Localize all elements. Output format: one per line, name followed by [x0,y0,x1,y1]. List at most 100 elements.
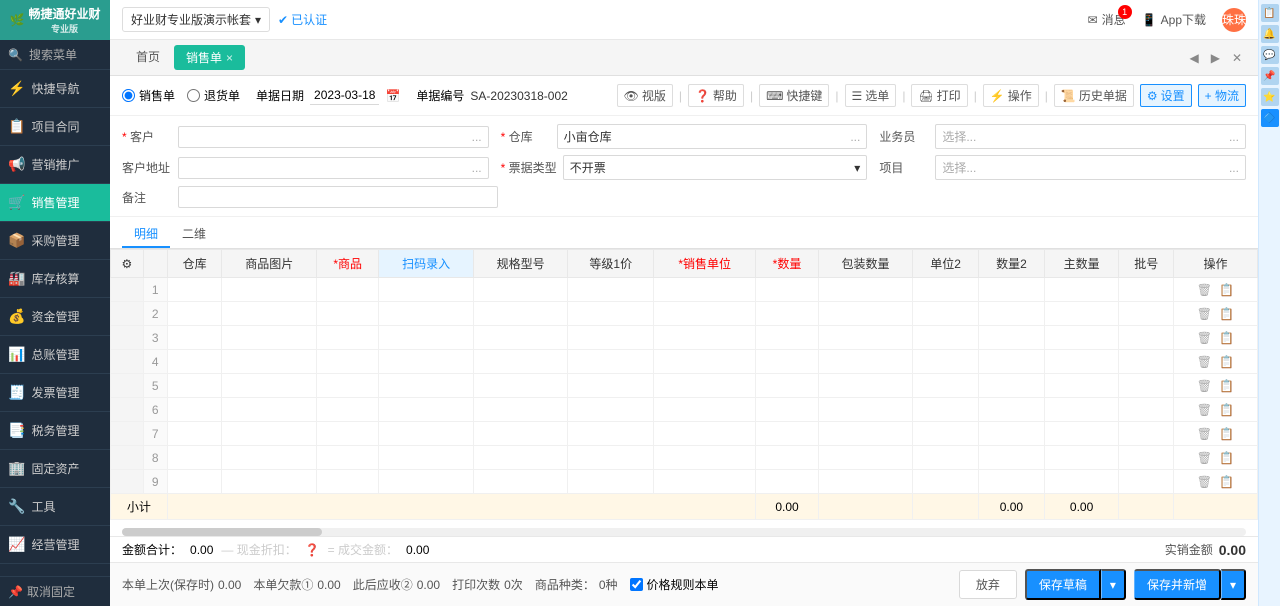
tab-next-button[interactable]: ▶ [1207,49,1224,67]
row-pack-qty[interactable] [818,422,913,446]
row-batch-import[interactable] [379,398,474,422]
staff-input[interactable]: 选择... ... [935,124,1246,149]
row-main-qty[interactable] [1044,398,1119,422]
row-unit2[interactable] [913,374,979,398]
tab-home[interactable]: 首页 [122,42,174,73]
row-product[interactable] [316,326,378,350]
row-batch-import[interactable] [379,302,474,326]
row-product-img[interactable] [222,398,317,422]
row-batch[interactable] [1119,302,1174,326]
row-unit2[interactable] [913,446,979,470]
save-new-button[interactable]: 保存并新增 [1134,569,1221,600]
delete-icon[interactable]: 🗑 [1197,283,1212,297]
th-settings[interactable]: ⚙ [111,250,144,278]
row-main-qty[interactable] [1044,326,1119,350]
row-warehouse[interactable] [167,398,222,422]
save-new-caret-button[interactable]: ▾ [1221,569,1246,600]
warehouse-input[interactable]: 小亩仓库 ... [557,124,868,149]
row-batch-import[interactable] [379,278,474,302]
calendar-icon[interactable]: 📅 [385,89,400,103]
row-spec[interactable] [473,422,568,446]
row-pack-qty[interactable] [818,350,913,374]
row-batch-import[interactable] [379,422,474,446]
row-grade-price[interactable] [568,398,654,422]
sidebar-item-reports[interactable]: 💳 小畅报销 [0,564,110,576]
row-warehouse[interactable] [167,350,222,374]
copy-icon[interactable]: 📋 [1219,355,1234,369]
copy-icon[interactable]: 📋 [1219,403,1234,417]
right-panel-icon2[interactable]: 🔔 [1261,25,1279,43]
copy-icon[interactable]: 📋 [1219,379,1234,393]
row-warehouse[interactable] [167,302,222,326]
row-product[interactable] [316,374,378,398]
row-batch[interactable] [1119,350,1174,374]
row-qty2[interactable] [979,470,1045,494]
row-batch[interactable] [1119,374,1174,398]
row-grade-price[interactable] [568,326,654,350]
row-grade-price[interactable] [568,374,654,398]
row-main-qty[interactable] [1044,422,1119,446]
row-unit2[interactable] [913,326,979,350]
row-product-img[interactable] [222,302,317,326]
row-spec[interactable] [473,350,568,374]
copy-icon[interactable]: 📋 [1219,331,1234,345]
row-sales-unit[interactable] [654,422,756,446]
row-batch[interactable] [1119,422,1174,446]
right-panel-icon4[interactable]: 📌 [1261,67,1279,85]
horizontal-scrollbar[interactable] [122,528,1246,536]
customer-input[interactable]: ... [178,126,489,148]
row-batch-import[interactable] [379,470,474,494]
draft-caret-button[interactable]: ▾ [1101,569,1126,600]
row-grade-price[interactable] [568,470,654,494]
tab-detail-erwei[interactable]: 二维 [170,221,218,248]
row-qty2[interactable] [979,350,1045,374]
row-qty2[interactable] [979,422,1045,446]
price-check-item[interactable]: 价格规则本单 [630,576,719,593]
row-sales-unit[interactable] [654,302,756,326]
user-avatar[interactable]: 珠珠 [1222,8,1246,32]
tab-close-icon[interactable]: × [226,51,233,65]
row-warehouse[interactable] [167,278,222,302]
shortcut-button[interactable]: ⌨ 快捷键 [759,84,829,107]
row-sales-unit[interactable] [654,350,756,374]
row-batch[interactable] [1119,470,1174,494]
row-product[interactable] [316,446,378,470]
row-pack-qty[interactable] [818,446,913,470]
row-qty2[interactable] [979,302,1045,326]
row-spec[interactable] [473,278,568,302]
row-qty[interactable] [756,398,818,422]
row-main-qty[interactable] [1044,350,1119,374]
project-input[interactable]: 选择... ... [935,155,1246,180]
sidebar-item-quick-nav[interactable]: ⚡ 快捷导航 [0,70,110,108]
note-input[interactable] [178,186,498,208]
row-main-qty[interactable] [1044,374,1119,398]
delete-icon[interactable]: 🗑 [1197,451,1212,465]
row-grade-price[interactable] [568,302,654,326]
message-button[interactable]: ✉ 1 消息 [1088,11,1126,28]
row-product[interactable] [316,350,378,374]
radio-sales[interactable]: 销售单 [122,87,175,104]
sidebar-item-purchase[interactable]: 📦 采购管理 [0,222,110,260]
copy-icon[interactable]: 📋 [1219,283,1234,297]
row-sales-unit[interactable] [654,326,756,350]
copy-icon[interactable]: 📋 [1219,307,1234,321]
save-draft-button[interactable]: 保存草稿 [1025,569,1101,600]
view-button[interactable]: 👁 视版 [617,84,673,107]
history-button[interactable]: 📜 历史单据 [1054,84,1134,107]
row-batch-import[interactable] [379,350,474,374]
row-pack-qty[interactable] [818,398,913,422]
delete-icon[interactable]: 🗑 [1197,475,1212,489]
row-main-qty[interactable] [1044,302,1119,326]
radio-return[interactable]: 退货单 [187,87,240,104]
row-qty2[interactable] [979,446,1045,470]
row-grade-price[interactable] [568,446,654,470]
row-product[interactable] [316,398,378,422]
company-selector[interactable]: 好业财专业版演示帐套 ▾ [122,7,270,32]
row-sales-unit[interactable] [654,374,756,398]
row-main-qty[interactable] [1044,446,1119,470]
row-qty[interactable] [756,422,818,446]
th-batch-import[interactable]: 扫码录入 [379,250,474,278]
sidebar-item-ops[interactable]: 📈 经营管理 [0,526,110,564]
radio-return-input[interactable] [187,89,200,102]
delete-icon[interactable]: 🗑 [1197,331,1212,345]
